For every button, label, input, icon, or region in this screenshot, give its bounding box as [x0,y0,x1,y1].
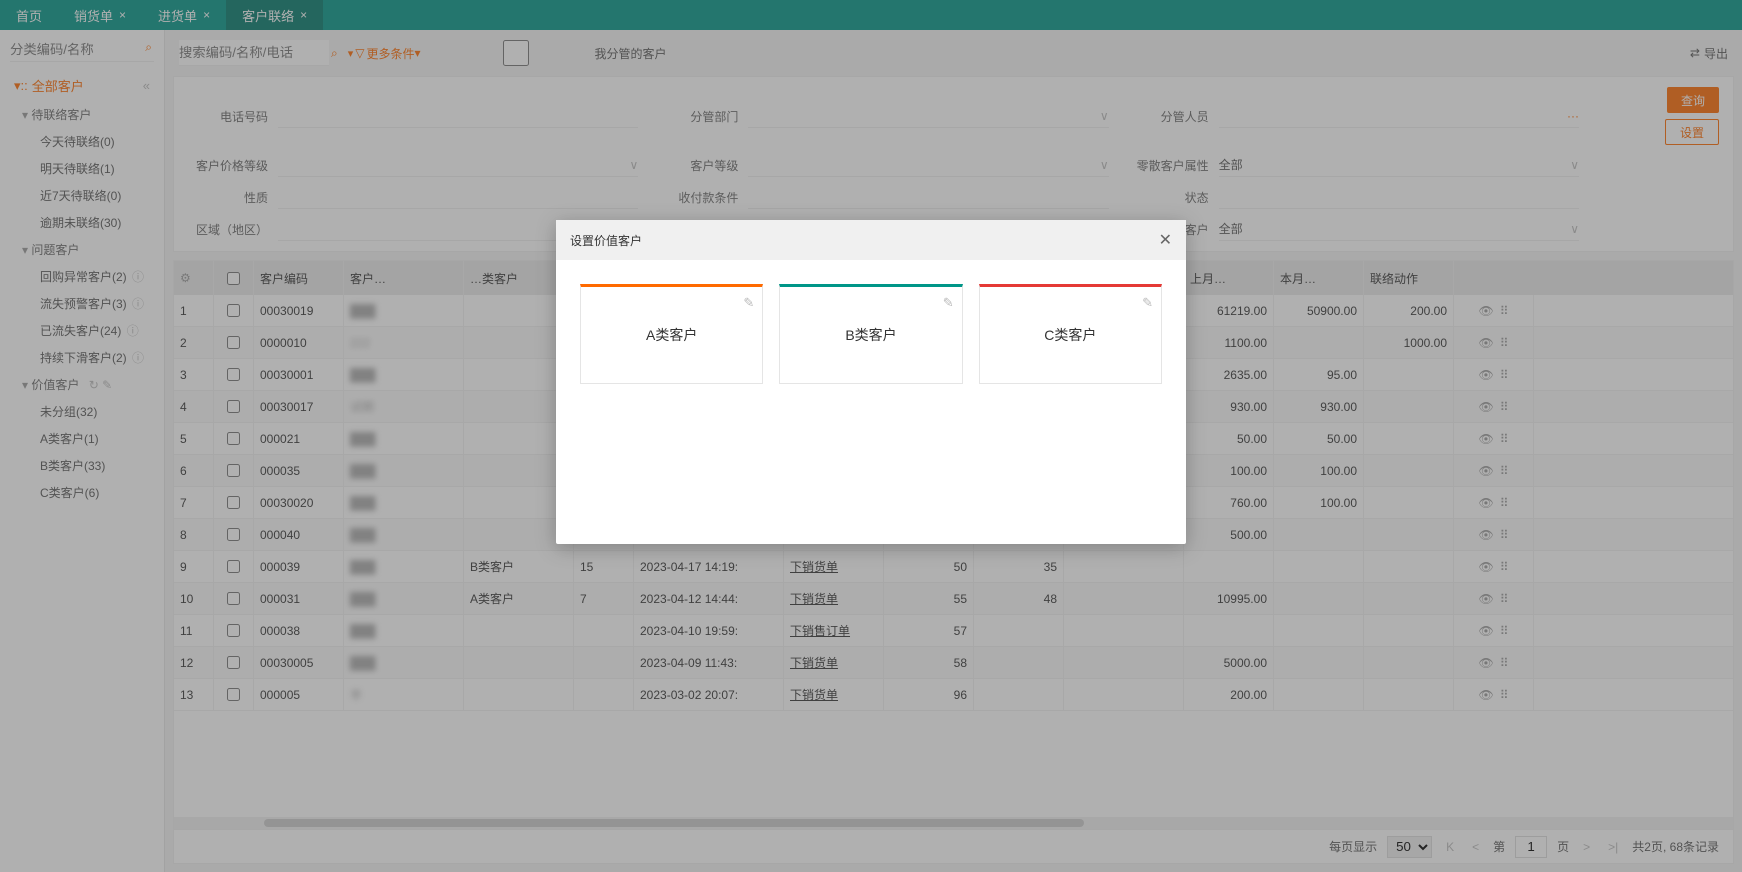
value-customer-modal: 设置价值客户 ✕ ✎ A类客户 ✎ B类客户 ✎ C类客户 [556,220,1186,544]
card-b-customer[interactable]: ✎ B类客户 [779,284,962,384]
modal-overlay[interactable]: 设置价值客户 ✕ ✎ A类客户 ✎ B类客户 ✎ C类客户 [0,0,1742,872]
close-icon[interactable]: ✕ [1159,230,1172,250]
edit-icon[interactable]: ✎ [943,295,954,311]
modal-title: 设置价值客户 [570,232,642,249]
edit-icon[interactable]: ✎ [1142,295,1153,311]
card-a-customer[interactable]: ✎ A类客户 [580,284,763,384]
card-c-customer[interactable]: ✎ C类客户 [979,284,1162,384]
edit-icon[interactable]: ✎ [743,295,754,311]
